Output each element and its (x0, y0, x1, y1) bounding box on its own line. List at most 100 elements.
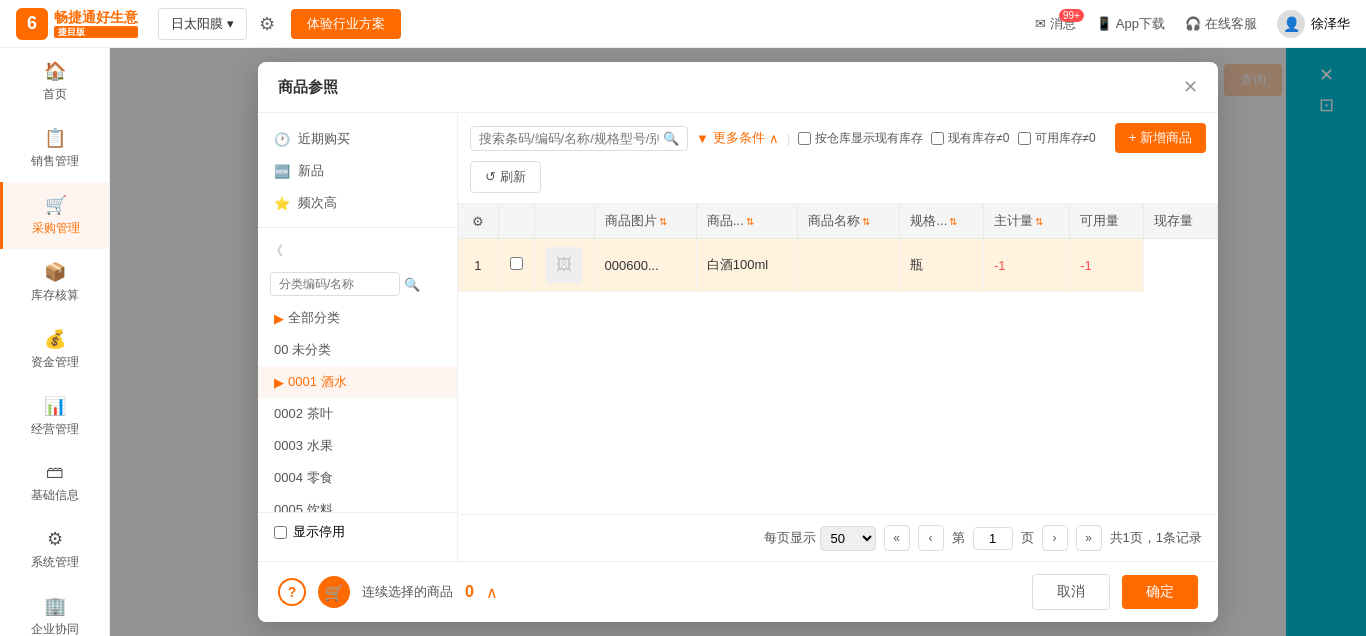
cat-item-0001[interactable]: ▶ 0001 酒水 (258, 366, 457, 398)
cancel-button[interactable]: 取消 (1032, 574, 1110, 610)
page-number-input[interactable] (973, 527, 1013, 550)
page-label: 第 (952, 529, 965, 547)
service-label: 在线客服 (1205, 15, 1257, 33)
th-unit[interactable]: 主计量 ⇅ (983, 204, 1069, 239)
by-warehouse-checkbox[interactable] (798, 132, 811, 145)
sidebar-item-enterprise[interactable]: 🏢 企业协同 (0, 583, 109, 636)
next-page-btn[interactable]: › (1042, 525, 1068, 551)
sidebar-label-sales: 销售管理 (31, 153, 79, 170)
topbar: 6 畅捷通好生意 捷目版 日太阳膜 ▾ ⚙ 体验行业方案 ✉ 消息 99+ 📱 … (0, 0, 1366, 48)
settings-icon[interactable]: ⚙ (259, 13, 275, 35)
high-freq-icon: ⭐ (274, 196, 290, 211)
nav-right: ✉ 消息 99+ 📱 App下载 🎧 在线客服 👤 徐泽华 (1035, 10, 1350, 38)
th-spec[interactable]: 规格... ⇅ (900, 204, 984, 239)
cat-item-00[interactable]: 00 未分类 (258, 334, 457, 366)
per-page-dropdown[interactable]: 50 10 20 100 (820, 526, 876, 551)
sidebar-item-sales[interactable]: 📋 销售管理 (0, 115, 109, 182)
row-checkbox[interactable] (510, 257, 523, 270)
more-filter-btn[interactable]: ▼ 更多条件 ∧ (696, 129, 779, 147)
modal-header: 商品参照 ✕ (258, 62, 1218, 113)
collapse-row: 《 (258, 236, 457, 266)
enterprise-icon: 🏢 (44, 595, 66, 617)
cat-item-0002[interactable]: 0002 茶叶 (258, 398, 457, 430)
sidebar-item-home[interactable]: 🏠 首页 (0, 48, 109, 115)
th-available-label: 可用量 (1080, 213, 1119, 228)
table-row[interactable]: 1 🖼 (458, 239, 1218, 292)
page-suffix: 页 (1021, 529, 1034, 547)
sidebar-item-finance[interactable]: 💰 资金管理 (0, 316, 109, 383)
filter-sep: | (787, 131, 790, 146)
cat-all-label: 全部分类 (288, 309, 340, 327)
help-icon[interactable]: ? (278, 578, 306, 606)
cat-item-0004[interactable]: 0004 零食 (258, 462, 457, 494)
th-num (534, 204, 594, 239)
td-check[interactable] (498, 239, 534, 292)
online-service-nav[interactable]: 🎧 在线客服 (1185, 15, 1257, 33)
sort-icon-img: ⇅ (659, 216, 667, 227)
cat-label-0005: 0005 饮料 (274, 501, 333, 512)
confirm-button[interactable]: 确定 (1122, 575, 1198, 609)
left-search-area: 🔍 (258, 266, 457, 302)
th-spec-label: 规格... (910, 212, 947, 230)
has-stock-checkbox[interactable] (931, 132, 944, 145)
last-page-btn[interactable]: » (1076, 525, 1102, 551)
sidebar-label-basic: 基础信息 (31, 487, 79, 504)
app-download-nav[interactable]: 📱 App下载 (1096, 15, 1165, 33)
sidebar-item-purchase[interactable]: 🛒 采购管理 (0, 182, 109, 249)
gear-icon[interactable]: ⚙ (472, 214, 484, 229)
new-product-item[interactable]: 🆕 新品 (258, 155, 457, 187)
message-nav[interactable]: ✉ 消息 99+ (1035, 15, 1076, 33)
available-stock-checkbox[interactable] (1018, 132, 1031, 145)
cart-button[interactable]: 🛒 (318, 576, 350, 608)
th-unit-label: 主计量 (994, 212, 1033, 230)
cat-item-0005[interactable]: 0005 饮料 (258, 494, 457, 512)
first-page-btn[interactable]: « (884, 525, 910, 551)
per-page-label: 每页显示 (764, 529, 816, 547)
add-product-button[interactable]: + 新增商品 (1115, 123, 1206, 153)
sidebar-item-inventory[interactable]: 📦 库存核算 (0, 249, 109, 316)
th-code[interactable]: 商品... ⇅ (696, 204, 798, 239)
collapse-btn[interactable]: 《 (270, 242, 283, 260)
th-name[interactable]: 商品名称 ⇅ (798, 204, 900, 239)
available-stock-filter[interactable]: 可用库存≠0 (1018, 130, 1096, 147)
td-available: -1 (983, 239, 1069, 292)
td-code: 000600... (594, 239, 696, 292)
sidebar-label-system: 系统管理 (31, 554, 79, 571)
prev-page-btn[interactable]: ‹ (918, 525, 944, 551)
content-area: 查询 设置 ✕ ⊡ 商品参照 ✕ (110, 48, 1366, 636)
footer-collapse-icon[interactable]: ∧ (486, 583, 498, 602)
product-search-input[interactable] (479, 131, 659, 146)
system-icon: ⚙ (47, 528, 63, 550)
th-gear[interactable]: ⚙ (458, 204, 498, 239)
high-freq-label: 频次高 (298, 194, 337, 212)
user-nav[interactable]: 👤 徐泽华 (1277, 10, 1350, 38)
sidebar-item-basic[interactable]: 🗃 基础信息 (0, 450, 109, 516)
nav-selector[interactable]: 日太阳膜 ▾ (158, 8, 247, 40)
recent-buy-item[interactable]: 🕐 近期购买 (258, 123, 457, 155)
category-search-icon[interactable]: 🔍 (404, 277, 420, 292)
cat-all[interactable]: ▶ 全部分类 (258, 302, 457, 334)
high-freq-item[interactable]: ⭐ 频次高 (258, 187, 457, 219)
filter-icon: ▼ (696, 131, 709, 146)
cat-item-0003[interactable]: 0003 水果 (258, 430, 457, 462)
app-label: App下载 (1116, 15, 1165, 33)
sidebar-item-system[interactable]: ⚙ 系统管理 (0, 516, 109, 583)
refresh-button[interactable]: ↺ 刷新 (470, 161, 541, 193)
sales-icon: 📋 (44, 127, 66, 149)
by-warehouse-label: 按仓库显示现有库存 (815, 130, 923, 147)
page-size-select: 每页显示 50 10 20 100 (764, 526, 876, 551)
sidebar-item-operations[interactable]: 📊 经营管理 (0, 383, 109, 450)
product-search-icon[interactable]: 🔍 (663, 131, 679, 146)
has-stock-filter[interactable]: 现有库存≠0 (931, 130, 1009, 147)
display-disabled-checkbox[interactable] (274, 526, 287, 539)
by-warehouse-filter[interactable]: 按仓库显示现有库存 (798, 130, 923, 147)
modal-footer: ? 🛒 连续选择的商品 0 ∧ 取消 确定 (258, 561, 1218, 622)
th-img[interactable]: 商品图片 ⇅ (594, 204, 696, 239)
modal-close-button[interactable]: ✕ (1183, 76, 1198, 98)
category-search-input[interactable] (270, 272, 400, 296)
basic-icon: 🗃 (46, 462, 64, 483)
trial-button[interactable]: 体验行业方案 (291, 9, 401, 39)
sort-icon-code: ⇅ (746, 216, 754, 227)
right-panel: 🔍 ▼ 更多条件 ∧ | 按仓库显示现有库存 (458, 113, 1218, 561)
new-product-icon: 🆕 (274, 164, 290, 179)
